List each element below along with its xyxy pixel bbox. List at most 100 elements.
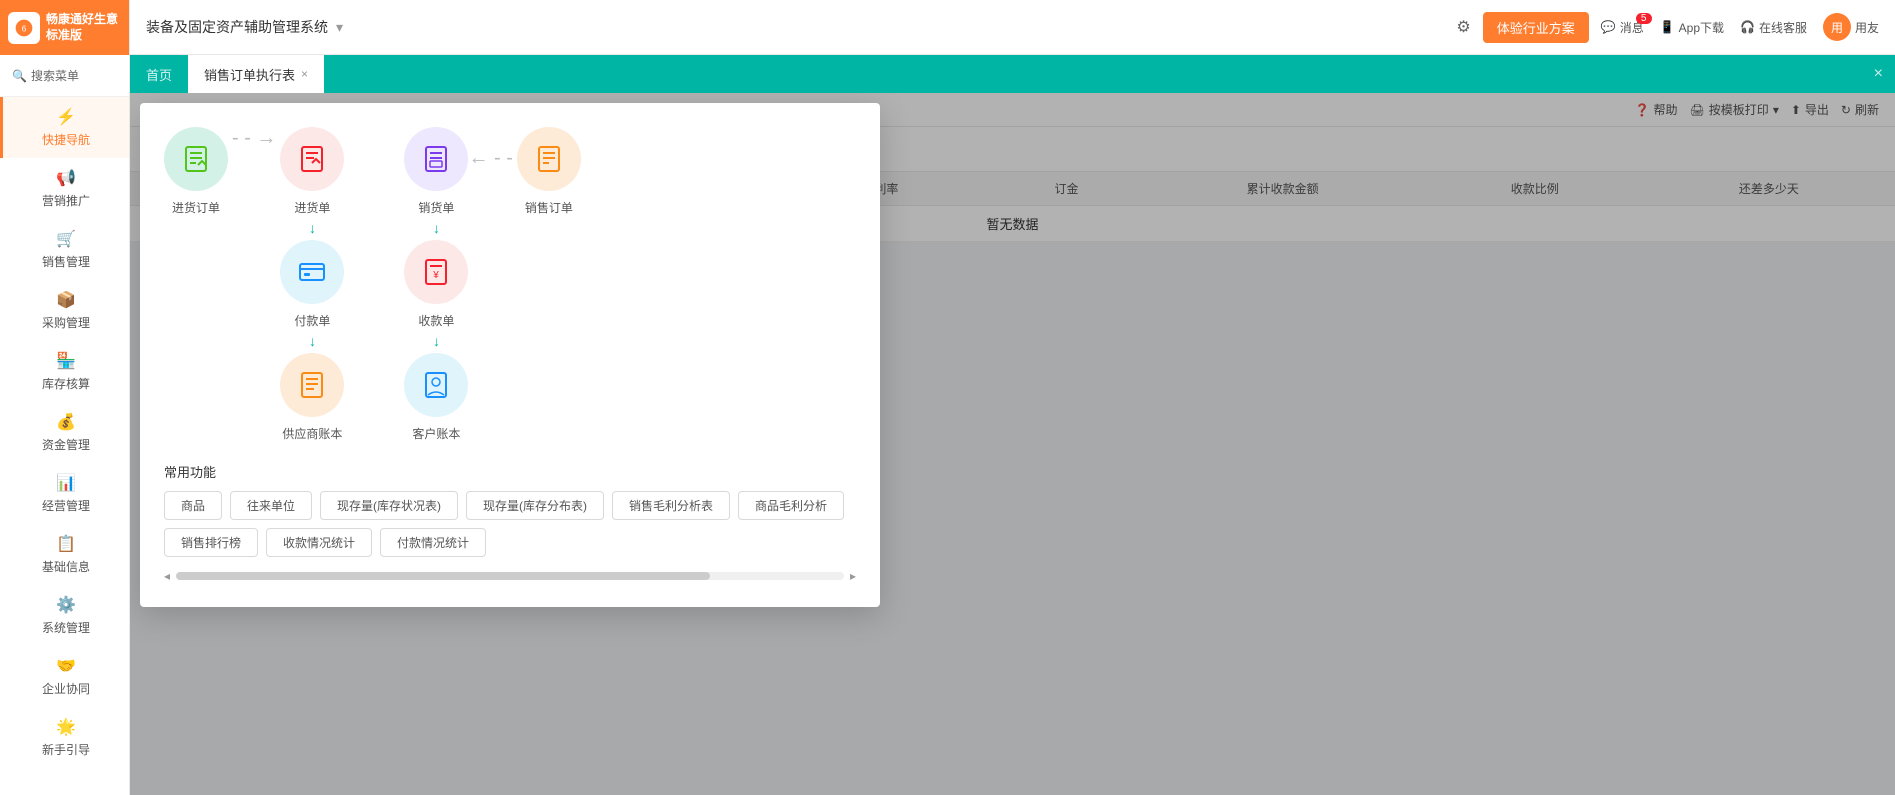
- inventory-icon: 🏪: [56, 351, 76, 371]
- sidebar-item-collab[interactable]: 🤝 企业协同: [0, 646, 129, 707]
- receipt-circle: ¥: [404, 240, 468, 304]
- experience-btn[interactable]: 体验行业方案: [1483, 12, 1589, 43]
- newbie-icon: 🌟: [56, 717, 76, 737]
- supplier-ledger-label: 供应商账本: [282, 425, 342, 442]
- settings-gear-icon[interactable]: ⚙: [1456, 17, 1470, 37]
- download-icon: 📱: [1660, 20, 1675, 34]
- sales-bill-label: 销货单: [418, 199, 454, 216]
- sidebar-item-sales[interactable]: 🛒 销售管理: [0, 219, 129, 280]
- message-btn[interactable]: 💬 消息 5: [1601, 19, 1644, 36]
- flow-node-receipt[interactable]: ¥ 收款单: [404, 240, 468, 329]
- finance-icon: 💰: [56, 412, 76, 432]
- func-btn-payment-stats[interactable]: 付款情况统计: [380, 528, 486, 557]
- tab-home[interactable]: 首页: [130, 55, 188, 93]
- arrow-down-2: ↓: [309, 329, 316, 353]
- supplier-ledger-circle: [280, 353, 344, 417]
- flow-node-supplier-ledger[interactable]: 供应商账本: [280, 353, 344, 442]
- scroll-right-arrow[interactable]: ▸: [850, 569, 856, 583]
- flow-diagram: 进货订单 - - →: [164, 127, 856, 442]
- user-avatar: 用: [1823, 13, 1851, 41]
- func-btn-product[interactable]: 商品: [164, 491, 222, 520]
- sales-bill-circle: [404, 127, 468, 191]
- marketing-icon: 📢: [56, 168, 76, 188]
- arrow-1: - - →: [228, 127, 280, 172]
- func-btn-sales-margin[interactable]: 销售毛利分析表: [612, 491, 730, 520]
- sidebar-nav: ⚡ 快捷导航 📢 营销推广 🛒 销售管理 📦 采购管理 🏪 库存核算 💰: [0, 97, 129, 795]
- modal-overlay: 进货订单 - - →: [130, 93, 1895, 795]
- scroll-left-arrow[interactable]: ◂: [164, 569, 170, 583]
- sidebar-item-finance[interactable]: 💰 资金管理: [0, 402, 129, 463]
- sidebar-item-operations[interactable]: 📊 经营管理: [0, 463, 129, 524]
- sales-order-label: 销售订单: [525, 199, 573, 216]
- flow-node-customer-ledger[interactable]: 客户账本: [404, 353, 468, 442]
- svg-text:6: 6: [22, 23, 27, 33]
- func-btn-sales-rank[interactable]: 销售排行榜: [164, 528, 258, 557]
- common-functions-title: 常用功能: [164, 462, 856, 481]
- arrow-2: ← - -: [468, 127, 516, 170]
- func-btn-receipt-stats[interactable]: 收款情况统计: [266, 528, 372, 557]
- basic-info-icon: 📋: [56, 534, 76, 554]
- message-icon: 💬: [1601, 20, 1616, 34]
- sales-order-circle: [517, 127, 581, 191]
- service-icon: 🎧: [1740, 20, 1755, 34]
- tabbar-close-btn[interactable]: ×: [1862, 65, 1895, 83]
- sidebar-item-purchase[interactable]: 📦 采购管理: [0, 280, 129, 341]
- sidebar-item-system[interactable]: ⚙️ 系统管理: [0, 585, 129, 646]
- quick-nav-icon: ⚡: [56, 107, 76, 127]
- flow-node-payment[interactable]: 付款单: [280, 240, 344, 329]
- search-menu-button[interactable]: 🔍 搜索菜单: [8, 63, 121, 88]
- payment-label: 付款单: [294, 312, 330, 329]
- flow-col-purchase-bill: 进货单 ↓ 付款单 ↓: [280, 127, 344, 442]
- common-functions: 常用功能 商品 往来单位 现存量(库存状况表) 现存量(库存分布表) 销售毛利分…: [164, 462, 856, 557]
- flow-col-sales-bill: 销货单 ↓ ¥ 收款单 ↓: [404, 127, 468, 442]
- func-btn-partner[interactable]: 往来单位: [230, 491, 312, 520]
- arrow-down-1: ↓: [309, 216, 316, 240]
- scroll-track[interactable]: [176, 572, 844, 580]
- sidebar-item-marketing[interactable]: 📢 营销推广: [0, 158, 129, 219]
- sidebar-logo: 6 畅康通好生意 标准版: [0, 0, 129, 55]
- tab-sales-order-exec[interactable]: 销售订单执行表 ×: [188, 55, 324, 93]
- func-btn-stock-dist[interactable]: 现存量(库存分布表): [466, 491, 604, 520]
- scroll-thumb: [176, 572, 710, 580]
- sidebar-item-inventory[interactable]: 🏪 库存核算: [0, 341, 129, 402]
- customer-ledger-label: 客户账本: [412, 425, 460, 442]
- flow-col-sales-order: 销售订单: [517, 127, 581, 216]
- tabbar: 首页 销售订单执行表 × ×: [130, 55, 1895, 93]
- purchase-order-label: 进货订单: [172, 199, 220, 216]
- purchase-bill-label: 进货单: [294, 199, 330, 216]
- sidebar-item-basic-info[interactable]: 📋 基础信息: [0, 524, 129, 585]
- sidebar-item-newbie[interactable]: 🌟 新手引导: [0, 707, 129, 768]
- quick-nav-modal: 进货订单 - - →: [140, 103, 880, 607]
- topbar: 装备及固定资产辅助管理系统 ▾ ⚙ 体验行业方案 💬 消息 5 📱 App下载 …: [130, 0, 1895, 55]
- logo-text: 畅康通好生意 标准版: [46, 12, 118, 43]
- receipt-label: 收款单: [418, 312, 454, 329]
- online-service-btn[interactable]: 🎧 在线客服: [1740, 19, 1807, 36]
- content-area: ❓ 帮助 🖨 按模板打印 ▾ ⬆ 导出 ↻ 刷新: [130, 93, 1895, 795]
- payment-circle: [280, 240, 344, 304]
- collab-icon: 🤝: [56, 656, 76, 676]
- flow-node-purchase-order[interactable]: 进货订单: [164, 127, 228, 216]
- flow-node-sales-bill[interactable]: 销货单: [404, 127, 468, 216]
- modal-scrollbar: ◂ ▸: [164, 569, 856, 583]
- sidebar-search[interactable]: 🔍 搜索菜单: [0, 55, 129, 97]
- user-menu[interactable]: 用 用友: [1823, 13, 1879, 41]
- svg-text:¥: ¥: [433, 270, 440, 281]
- func-buttons-row2: 销售排行榜 收款情况统计 付款情况统计: [164, 528, 856, 557]
- search-icon: 🔍: [12, 69, 27, 83]
- func-buttons-row1: 商品 往来单位 现存量(库存状况表) 现存量(库存分布表) 销售毛利分析表 商品…: [164, 491, 856, 520]
- app-download-btn[interactable]: 📱 App下载: [1660, 19, 1724, 36]
- system-icon: ⚙️: [56, 595, 76, 615]
- system-title-dropdown[interactable]: ▾: [336, 19, 343, 36]
- tab-close-icon[interactable]: ×: [301, 67, 308, 81]
- purchase-icon: 📦: [56, 290, 76, 310]
- purchase-bill-circle: [280, 127, 344, 191]
- operations-icon: 📊: [56, 473, 76, 493]
- flow-node-sales-order[interactable]: 销售订单: [517, 127, 581, 216]
- topbar-actions: 💬 消息 5 📱 App下载 🎧 在线客服 用 用友: [1601, 13, 1879, 41]
- flow-node-purchase-bill[interactable]: 进货单: [280, 127, 344, 216]
- message-badge: 5: [1636, 13, 1652, 24]
- sidebar-item-quick-nav[interactable]: ⚡ 快捷导航: [0, 97, 129, 158]
- func-btn-stock-status[interactable]: 现存量(库存状况表): [320, 491, 458, 520]
- logo-icon: 6: [8, 12, 40, 44]
- func-btn-product-margin[interactable]: 商品毛利分析: [738, 491, 844, 520]
